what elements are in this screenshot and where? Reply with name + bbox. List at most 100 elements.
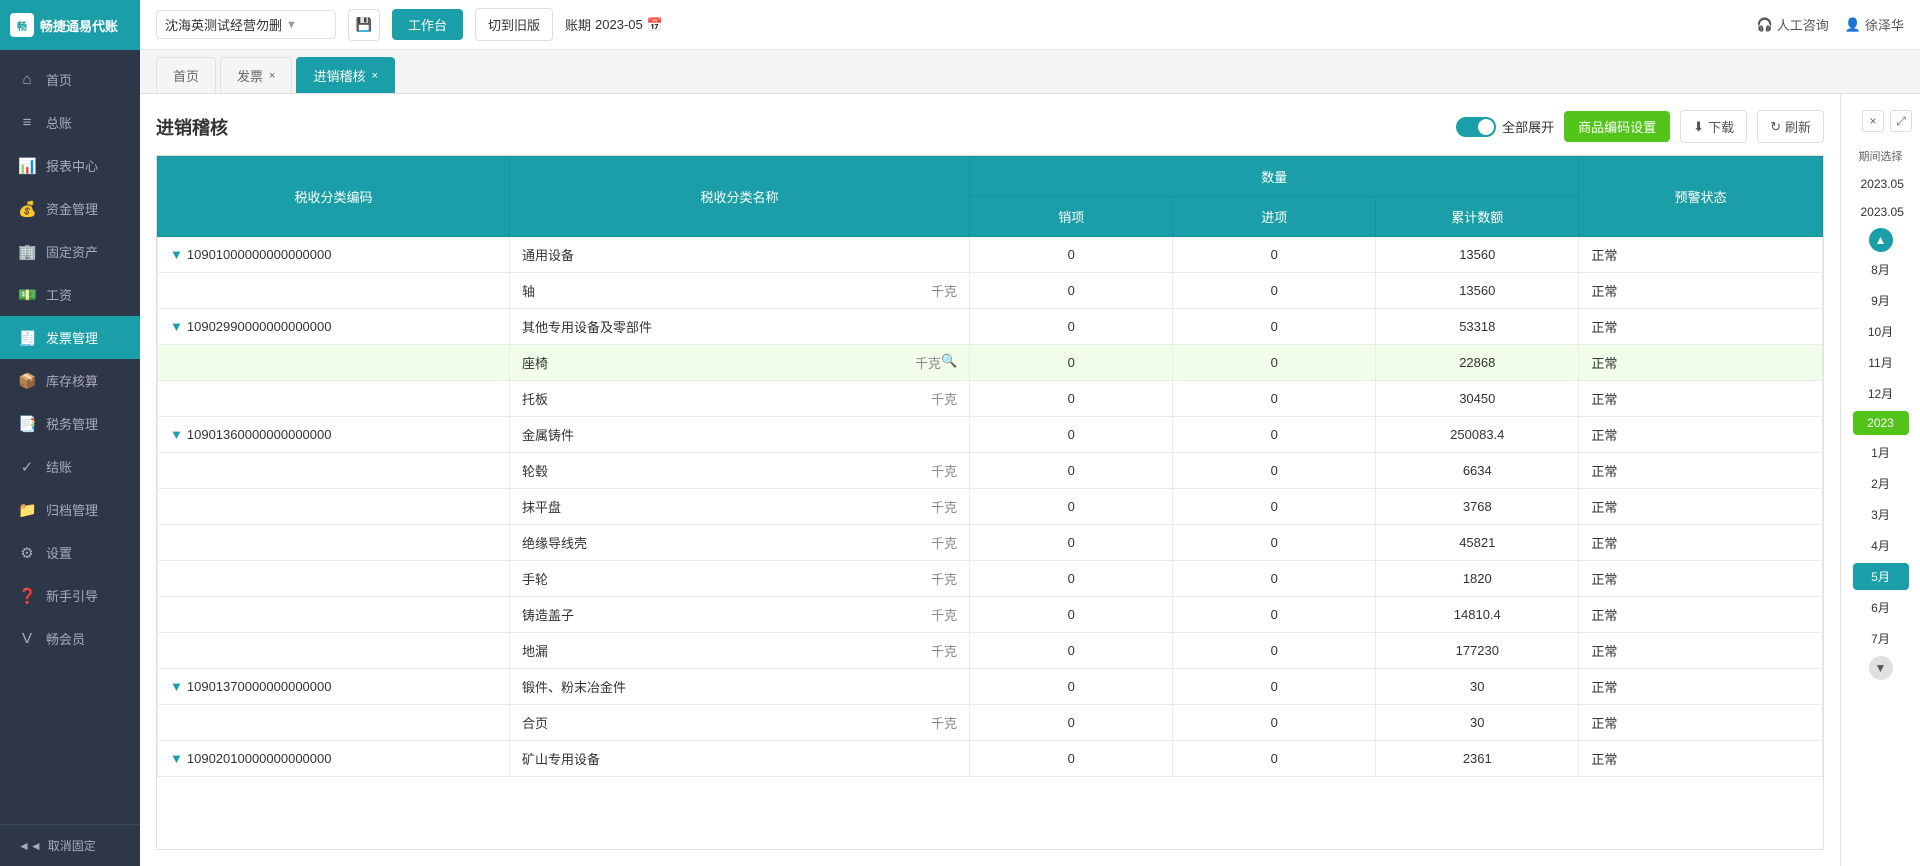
- user-name: 徐泽华: [1865, 15, 1904, 34]
- scroll-down-button[interactable]: ▼: [1869, 656, 1893, 680]
- close-icon[interactable]: ×: [269, 70, 275, 82]
- logo-icon: 畅: [10, 13, 34, 37]
- close-icon[interactable]: ×: [371, 70, 377, 82]
- refresh-button[interactable]: ↻ 刷新: [1757, 110, 1824, 143]
- table-row: 手轮千克 0 0 1820 正常: [158, 561, 1823, 597]
- tab-check[interactable]: 进销稽核 ×: [296, 57, 394, 93]
- period-month-10[interactable]: 10月: [1853, 318, 1909, 345]
- period-year-2023[interactable]: 2023: [1853, 411, 1909, 435]
- table-row: ▼10902010000000000000 矿山专用设备 0 0 2361 正常: [158, 741, 1823, 777]
- expand-icon[interactable]: ▼: [170, 319, 183, 334]
- period-month-2[interactable]: 2月: [1853, 470, 1909, 497]
- support-button[interactable]: 🎧 人工咨询: [1757, 15, 1829, 34]
- toggle-control[interactable]: [1456, 117, 1496, 137]
- period-month-5[interactable]: 5月: [1853, 563, 1909, 590]
- sidebar-item-funds[interactable]: 💰 资金管理: [0, 187, 140, 230]
- period-month-12[interactable]: 12月: [1853, 380, 1909, 407]
- scroll-up-button[interactable]: ▲: [1869, 228, 1893, 252]
- archive-icon: 📁: [18, 501, 36, 519]
- download-button[interactable]: ⬇ 下载: [1680, 110, 1747, 143]
- period-month-6[interactable]: 6月: [1853, 594, 1909, 621]
- sidebar-item-archive[interactable]: 📁 归档管理: [0, 488, 140, 531]
- sidebar-item-guide[interactable]: ❓ 新手引导: [0, 574, 140, 617]
- expand-toggle[interactable]: 全部展开: [1456, 117, 1554, 137]
- period-month-4[interactable]: 4月: [1853, 532, 1909, 559]
- calendar-icon: 📅: [647, 17, 663, 33]
- close-panel-button[interactable]: ×: [1862, 110, 1884, 132]
- cell-purchase: 0: [1173, 489, 1376, 525]
- table-row: ▼10901360000000000000 金属铸件 0 0 250083.4 …: [158, 417, 1823, 453]
- period-display: 账期 2023-05 📅: [565, 15, 663, 34]
- tab-invoice[interactable]: 发票 ×: [220, 57, 292, 93]
- expand-icon[interactable]: ▼: [170, 751, 183, 766]
- sidebar-item-assets[interactable]: 🏢 固定资产: [0, 230, 140, 273]
- closing-icon: ✓: [18, 458, 36, 476]
- sidebar-item-home[interactable]: ⌂ 首页: [0, 58, 140, 101]
- cell-purchase: 0: [1173, 561, 1376, 597]
- page-header: 进销稽核 全部展开 商品编码设置 ⬇ 下载 ↻ 刷新: [156, 110, 1824, 143]
- period-year-2023-top2[interactable]: 2023.05: [1853, 200, 1909, 224]
- sidebar-item-invoice[interactable]: 🧾 发票管理: [0, 316, 140, 359]
- table-row: 地漏千克 0 0 177230 正常: [158, 633, 1823, 669]
- sidebar-item-report[interactable]: 📊 报表中心: [0, 144, 140, 187]
- tax-icon: 📑: [18, 415, 36, 433]
- period-month-7[interactable]: 7月: [1853, 625, 1909, 652]
- sidebar-item-closing[interactable]: ✓ 结账: [0, 445, 140, 488]
- cell-code: [158, 705, 510, 741]
- headset-icon: 🎧: [1757, 17, 1773, 33]
- cell-total: 13560: [1376, 273, 1579, 309]
- cell-purchase: 0: [1173, 309, 1376, 345]
- cell-status: 正常: [1579, 705, 1823, 741]
- cell-status: 正常: [1579, 597, 1823, 633]
- sidebar-item-settings[interactable]: ⚙ 设置: [0, 531, 140, 574]
- sidebar-pin-toggle[interactable]: ◄◄ 取消固定: [0, 824, 140, 866]
- sidebar-item-label: 工资: [46, 285, 72, 304]
- cell-status: 正常: [1579, 345, 1823, 381]
- sidebar-item-payroll[interactable]: 💵 工资: [0, 273, 140, 316]
- version-switch-button[interactable]: 切到旧版: [475, 8, 553, 41]
- sidebar-item-ledger[interactable]: ≡ 总账: [0, 101, 140, 144]
- period-month-3[interactable]: 3月: [1853, 501, 1909, 528]
- sidebar-item-member[interactable]: V 畅会员: [0, 617, 140, 660]
- period-month-1[interactable]: 1月: [1853, 439, 1909, 466]
- cell-sales: 0: [970, 489, 1173, 525]
- sidebar-item-label: 归档管理: [46, 500, 98, 519]
- company-selector[interactable]: 沈海英测试经营勿删 ▼: [156, 10, 336, 39]
- expand-icon[interactable]: ▼: [170, 679, 183, 694]
- cell-code: [158, 597, 510, 633]
- cell-sales: 0: [970, 453, 1173, 489]
- cell-name: 地漏千克: [509, 633, 969, 669]
- cell-purchase: 0: [1173, 669, 1376, 705]
- table-row: 绝缘导线壳千克 0 0 45821 正常: [158, 525, 1823, 561]
- cell-name: 绝缘导线壳千克: [509, 525, 969, 561]
- sidebar-item-tax[interactable]: 📑 税务管理: [0, 402, 140, 445]
- tab-home[interactable]: 首页: [156, 57, 216, 93]
- cell-purchase: 0: [1173, 381, 1376, 417]
- user-profile[interactable]: 👤 徐泽华: [1845, 15, 1904, 34]
- cell-name: 矿山专用设备: [509, 741, 969, 777]
- cell-total: 250083.4: [1376, 417, 1579, 453]
- table-row: 托板千克 0 0 30450 正常: [158, 381, 1823, 417]
- cell-status: 正常: [1579, 417, 1823, 453]
- company-name: 沈海英测试经营勿删: [165, 15, 282, 34]
- report-icon: 📊: [18, 157, 36, 175]
- cell-total: 30: [1376, 705, 1579, 741]
- period-month-11[interactable]: 11月: [1853, 349, 1909, 376]
- expand-icon[interactable]: ▼: [170, 247, 183, 262]
- cell-status: 正常: [1579, 273, 1823, 309]
- sidebar-item-inventory[interactable]: 📦 库存核算: [0, 359, 140, 402]
- period-year-2023-top[interactable]: 2023.05: [1853, 172, 1909, 196]
- period-month-8[interactable]: 8月: [1853, 256, 1909, 283]
- expand-icon[interactable]: ▼: [170, 427, 183, 442]
- cell-total: 14810.4: [1376, 597, 1579, 633]
- product-code-button[interactable]: 商品编码设置: [1564, 111, 1670, 142]
- sidebar-item-label: 畅会员: [46, 629, 85, 648]
- cell-code: [158, 633, 510, 669]
- cell-name: 锻件、粉末冶金件: [509, 669, 969, 705]
- save-button[interactable]: 💾: [348, 9, 380, 41]
- period-month-9[interactable]: 9月: [1853, 287, 1909, 314]
- cell-purchase: 0: [1173, 345, 1376, 381]
- workspace-button[interactable]: 工作台: [392, 9, 463, 40]
- cell-total: 30: [1376, 669, 1579, 705]
- expand-panel-button[interactable]: ⤢: [1890, 110, 1912, 132]
